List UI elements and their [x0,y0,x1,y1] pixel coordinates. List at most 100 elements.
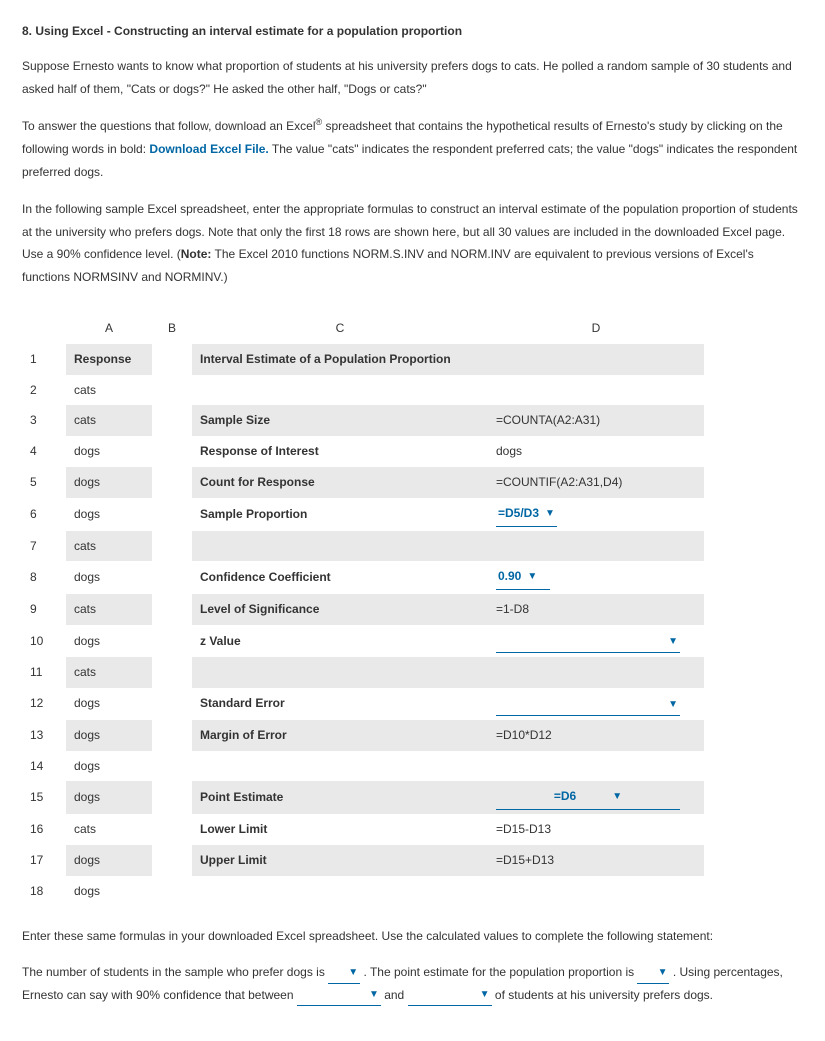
row-number: 10 [22,625,66,657]
cell-response: cats [66,375,152,406]
cell-value [488,876,704,907]
cell-value: =D5/D3▼ [488,498,704,531]
row-number: 9 [22,594,66,625]
table-row: 11cats [22,657,704,688]
column-header-row: A B C D [22,313,704,344]
cell-value: =D15-D13 [488,814,704,845]
cell-value: =COUNTA(A2:A31) [488,405,704,436]
cell-blank [152,594,192,625]
cell-response: dogs [66,436,152,467]
cell-value: dogs [488,436,704,467]
download-excel-link[interactable]: Download Excel File. [149,142,268,156]
dropdown-cell[interactable]: ▼ [496,632,680,653]
cell-value: =D6 ▼ [488,781,704,814]
excel-spreadsheet-table: A B C D 1Response Interval Estimate of a … [22,313,704,907]
cell-blank [152,781,192,814]
cell-label: Upper Limit [192,845,488,876]
table-row: 7cats [22,531,704,562]
cell-blank [152,625,192,657]
caret-down-icon: ▼ [668,695,678,714]
caret-down-icon: ▼ [545,504,555,523]
caret-down-icon: ▼ [668,632,678,651]
row-number: 15 [22,781,66,814]
cell-response: dogs [66,498,152,531]
col-header-C: C [192,313,488,344]
cell-label: Count for Response [192,467,488,498]
table-row: 3catsSample Size=COUNTA(A2:A31) [22,405,704,436]
cell-response: cats [66,594,152,625]
cell-response: cats [66,814,152,845]
cell-label: Standard Error [192,688,488,720]
cell-label [192,751,488,782]
text: of students at his university prefers do… [495,988,713,1002]
cell-response: cats [66,405,152,436]
row-number: 1 [22,344,66,375]
table-row: 9catsLevel of Significance=1-D8 [22,594,704,625]
row-number: 2 [22,375,66,406]
completion-statement: The number of students in the sample who… [22,961,803,1007]
row-number: 12 [22,688,66,720]
table-row: 6dogsSample Proportion=D5/D3▼ [22,498,704,531]
dropdown-cell[interactable]: 0.90▼ [496,565,550,590]
row-number: 3 [22,405,66,436]
intro-paragraph-1: Suppose Ernesto wants to know what propo… [22,55,803,101]
text: To answer the questions that follow, dow… [22,119,316,133]
cell-value: ▼ [488,625,704,657]
dropdown-count-dogs[interactable]: ▼ [328,963,360,984]
cell-value: 0.90▼ [488,561,704,594]
text: . The point estimate for the population … [364,965,638,979]
cell-blank [152,688,192,720]
caret-down-icon: ▼ [658,963,668,982]
dropdown-value: =D6 [554,785,576,808]
table-row: 16catsLower Limit=D15-D13 [22,814,704,845]
cell-blank [152,845,192,876]
cell-blank [152,876,192,907]
cell-response: dogs [66,467,152,498]
cell-response: dogs [66,845,152,876]
cell-label: Interval Estimate of a Population Propor… [192,344,488,375]
table-row: 4dogsResponse of Interestdogs [22,436,704,467]
dropdown-cell[interactable]: =D5/D3▼ [496,502,557,527]
row-number: 5 [22,467,66,498]
cell-blank [152,657,192,688]
cell-value: =D10*D12 [488,720,704,751]
dropdown-point-estimate[interactable]: ▼ [637,963,669,984]
intro-paragraph-2: To answer the questions that follow, dow… [22,114,803,183]
row-number: 7 [22,531,66,562]
cell-label: Margin of Error [192,720,488,751]
table-row: 17dogsUpper Limit=D15+D13 [22,845,704,876]
cell-label: z Value [192,625,488,657]
table-row: 10dogsz Value▼ [22,625,704,657]
caret-down-icon: ▼ [480,985,490,1004]
cell-label: Confidence Coefficient [192,561,488,594]
caret-down-icon: ▼ [369,985,379,1004]
cell-value: =D15+D13 [488,845,704,876]
cell-value: =COUNTIF(A2:A31,D4) [488,467,704,498]
row-number: 4 [22,436,66,467]
cell-value [488,751,704,782]
cell-value [488,657,704,688]
table-row: 18dogs [22,876,704,907]
cell-blank [152,720,192,751]
cell-response: Response [66,344,152,375]
cell-blank [152,375,192,406]
col-header-A: A [66,313,152,344]
cell-label: Response of Interest [192,436,488,467]
cell-response: dogs [66,561,152,594]
table-row: 1Response Interval Estimate of a Populati… [22,344,704,375]
table-row: 5dogs Count for Response=COUNTIF(A2:A31,D… [22,467,704,498]
cell-label: Level of Significance [192,594,488,625]
dropdown-cell[interactable]: =D6 ▼ [496,785,680,810]
dropdown-upper-pct[interactable]: ▼ [408,985,492,1006]
col-header-D: D [488,313,704,344]
cell-label: Lower Limit [192,814,488,845]
intro-paragraph-3: In the following sample Excel spreadshee… [22,198,803,289]
dropdown-lower-pct[interactable]: ▼ [297,985,381,1006]
text: The number of students in the sample who… [22,965,328,979]
cell-label [192,657,488,688]
cell-value [488,375,704,406]
dropdown-cell[interactable]: ▼ [496,695,680,716]
cell-blank [152,344,192,375]
cell-blank [152,531,192,562]
caret-down-icon: ▼ [348,963,358,982]
